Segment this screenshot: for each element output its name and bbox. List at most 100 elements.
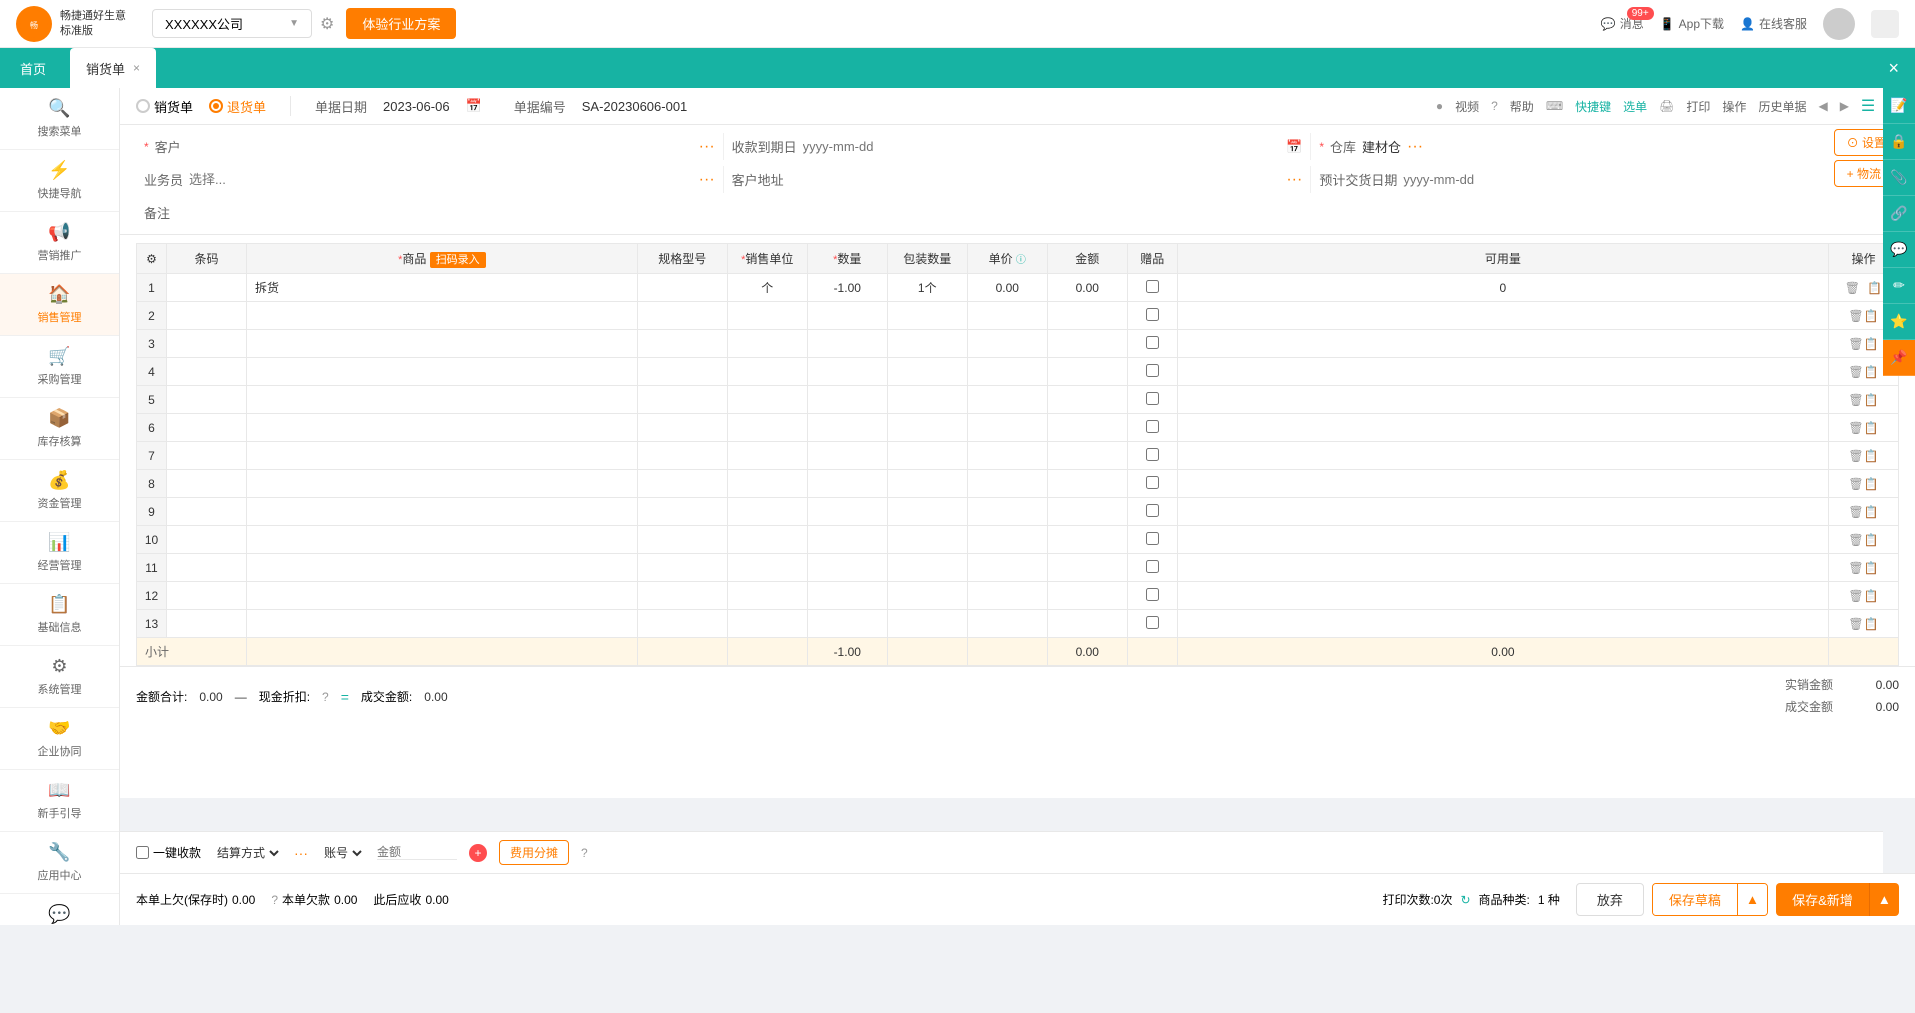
sidebar-item-inventory[interactable]: 📦 库存核算 — [0, 398, 119, 460]
gift-checkbox-8[interactable] — [1146, 476, 1159, 489]
cell-product-1[interactable]: 拆货 — [247, 274, 638, 302]
company-selector[interactable]: XXXXXX公司 ▼ — [152, 9, 312, 38]
operations-label[interactable]: 操作 — [1722, 98, 1746, 115]
right-sidebar-pin[interactable]: 📌 — [1883, 340, 1915, 376]
cell-gift-1[interactable] — [1127, 274, 1177, 302]
history-label[interactable]: 历史单据 — [1758, 98, 1806, 115]
save-new-dropdown-btn[interactable]: ▲ — [1870, 883, 1899, 916]
message-btn[interactable]: 💬 消息 99+ — [1601, 15, 1644, 32]
select-label[interactable]: 选单 — [1623, 98, 1647, 115]
cell-pkg-1[interactable]: 1个 — [887, 274, 967, 302]
gift-checkbox-9[interactable] — [1146, 504, 1159, 517]
radio-sales[interactable]: 销货单 — [136, 97, 193, 116]
copy-2[interactable]: 📋 — [1864, 309, 1879, 323]
price-info-icon[interactable]: ⓘ — [1016, 255, 1026, 266]
warehouse-value[interactable]: 建材仓 — [1362, 137, 1401, 156]
copy-icon-1[interactable]: 📋 — [1867, 281, 1882, 295]
sidebar-item-wechat[interactable]: 💬 企业微信 — [0, 894, 119, 925]
video-label[interactable]: 视频 — [1455, 98, 1479, 115]
expected-date-input[interactable] — [1403, 172, 1868, 187]
save-new-button[interactable]: 保存&新增 — [1776, 883, 1869, 916]
shortcuts-label[interactable]: 快捷键 — [1575, 98, 1611, 115]
customer-addr-input[interactable] — [790, 172, 1281, 187]
due-date-cal-icon[interactable]: 📅 — [1286, 139, 1302, 155]
sidebar-item-purchase[interactable]: 🛒 采购管理 — [0, 336, 119, 398]
expense-btn[interactable]: 费用分摊 — [499, 840, 569, 865]
gift-checkbox-3[interactable] — [1146, 336, 1159, 349]
add-payment-btn[interactable]: + — [469, 844, 487, 862]
trial-button[interactable]: 体验行业方案 — [346, 8, 456, 39]
settlement-select[interactable]: 结算方式 — [213, 845, 282, 861]
help-label[interactable]: 帮助 — [1510, 98, 1534, 115]
account-select[interactable]: 账号 — [320, 845, 365, 861]
gift-checkbox-1[interactable] — [1146, 280, 1159, 293]
customer-input[interactable] — [187, 139, 693, 154]
settlement-more[interactable]: ··· — [294, 845, 308, 861]
doc-no-value[interactable]: SA-20230606-001 — [582, 99, 688, 114]
sidebar-item-sales[interactable]: 🏠 销售管理 — [0, 274, 119, 336]
gift-checkbox-11[interactable] — [1146, 560, 1159, 573]
gift-checkbox-12[interactable] — [1146, 588, 1159, 601]
app-download-btn[interactable]: 📱 App下载 — [1660, 15, 1724, 32]
warehouse-more-icon[interactable]: ··· — [1407, 138, 1423, 156]
avatar[interactable] — [1823, 8, 1855, 40]
th-gear[interactable]: ⚙ — [137, 244, 167, 274]
sidebar-item-marketing[interactable]: 📢 营销推广 — [0, 212, 119, 274]
save-draft-button[interactable]: 保存草稿 — [1653, 884, 1737, 915]
sidebar-item-guide[interactable]: 📖 新手引导 — [0, 770, 119, 832]
gift-checkbox-5[interactable] — [1146, 392, 1159, 405]
right-sidebar-star[interactable]: ⭐ — [1883, 304, 1915, 340]
salesman-more-icon[interactable]: ··· — [699, 171, 715, 189]
right-sidebar-notes[interactable]: 📝 — [1883, 88, 1915, 124]
tab-close-btn[interactable]: × — [133, 61, 140, 75]
cell-amount-1[interactable]: 0.00 — [1047, 274, 1127, 302]
customer-more-icon[interactable]: ··· — [699, 138, 715, 156]
right-sidebar-attach[interactable]: 📎 — [1883, 160, 1915, 196]
radio-return[interactable]: 退货单 — [209, 97, 266, 116]
sidebar-item-system[interactable]: ⚙ 系统管理 — [0, 646, 119, 708]
addr-more-icon[interactable]: ··· — [1286, 171, 1302, 189]
tab-sales-order[interactable]: 销货单 × — [70, 48, 156, 88]
payment-amount-input[interactable] — [377, 845, 457, 860]
gift-checkbox-6[interactable] — [1146, 420, 1159, 433]
payment-help-icon[interactable]: ? — [581, 846, 588, 860]
cell-barcode-2[interactable] — [167, 302, 247, 330]
sidebar-item-search[interactable]: 🔍 搜索菜单 — [0, 88, 119, 150]
abandon-button[interactable]: 放弃 — [1576, 883, 1644, 916]
gift-checkbox-4[interactable] — [1146, 364, 1159, 377]
sidebar-item-quick-nav[interactable]: ⚡ 快捷导航 — [0, 150, 119, 212]
scan-btn[interactable]: 扫码录入 — [430, 252, 486, 268]
sidebar-item-collab[interactable]: 🤝 企业协同 — [0, 708, 119, 770]
user-menu[interactable] — [1871, 10, 1899, 38]
due-date-input[interactable] — [803, 139, 1280, 154]
gift-checkbox-10[interactable] — [1146, 532, 1159, 545]
right-sidebar-edit[interactable]: ✏ — [1883, 268, 1915, 304]
right-sidebar-link[interactable]: 🔗 — [1883, 196, 1915, 232]
refresh-icon[interactable]: ↻ — [1460, 893, 1470, 907]
del-3[interactable]: 🗑 — [1848, 337, 1863, 351]
date-value[interactable]: 2023-06-06 — [383, 99, 450, 114]
order-short-help[interactable]: ? — [271, 893, 278, 907]
draft-dropdown-btn[interactable]: ▲ — [1738, 884, 1767, 915]
salesman-input[interactable] — [189, 172, 693, 187]
equals-btn[interactable]: = — [341, 689, 349, 705]
note-input[interactable] — [176, 205, 1891, 220]
next-arrow[interactable]: ▶ — [1840, 99, 1849, 113]
print-label[interactable]: 打印 — [1686, 98, 1710, 115]
cell-spec-1[interactable] — [637, 274, 727, 302]
online-service-btn[interactable]: 👤 在线客服 — [1740, 15, 1807, 32]
one-click-payment[interactable]: 一键收款 — [136, 844, 201, 861]
cell-product-2[interactable] — [247, 302, 638, 330]
right-sidebar-comment[interactable]: 💬 — [1883, 232, 1915, 268]
close-tab-btn[interactable]: × — [1872, 58, 1915, 79]
del-2[interactable]: 🗑 — [1848, 309, 1863, 323]
gift-checkbox-7[interactable] — [1146, 448, 1159, 461]
sidebar-item-business[interactable]: 📊 经营管理 — [0, 522, 119, 584]
sidebar-item-basic[interactable]: 📋 基础信息 — [0, 584, 119, 646]
cell-qty-1[interactable]: -1.00 — [807, 274, 887, 302]
prev-arrow[interactable]: ◀ — [1818, 99, 1827, 113]
discount-help[interactable]: ? — [322, 690, 329, 704]
list-view-btn[interactable]: ☰ — [1861, 96, 1875, 116]
copy-3[interactable]: 📋 — [1864, 337, 1879, 351]
sidebar-item-finance[interactable]: 💰 资金管理 — [0, 460, 119, 522]
